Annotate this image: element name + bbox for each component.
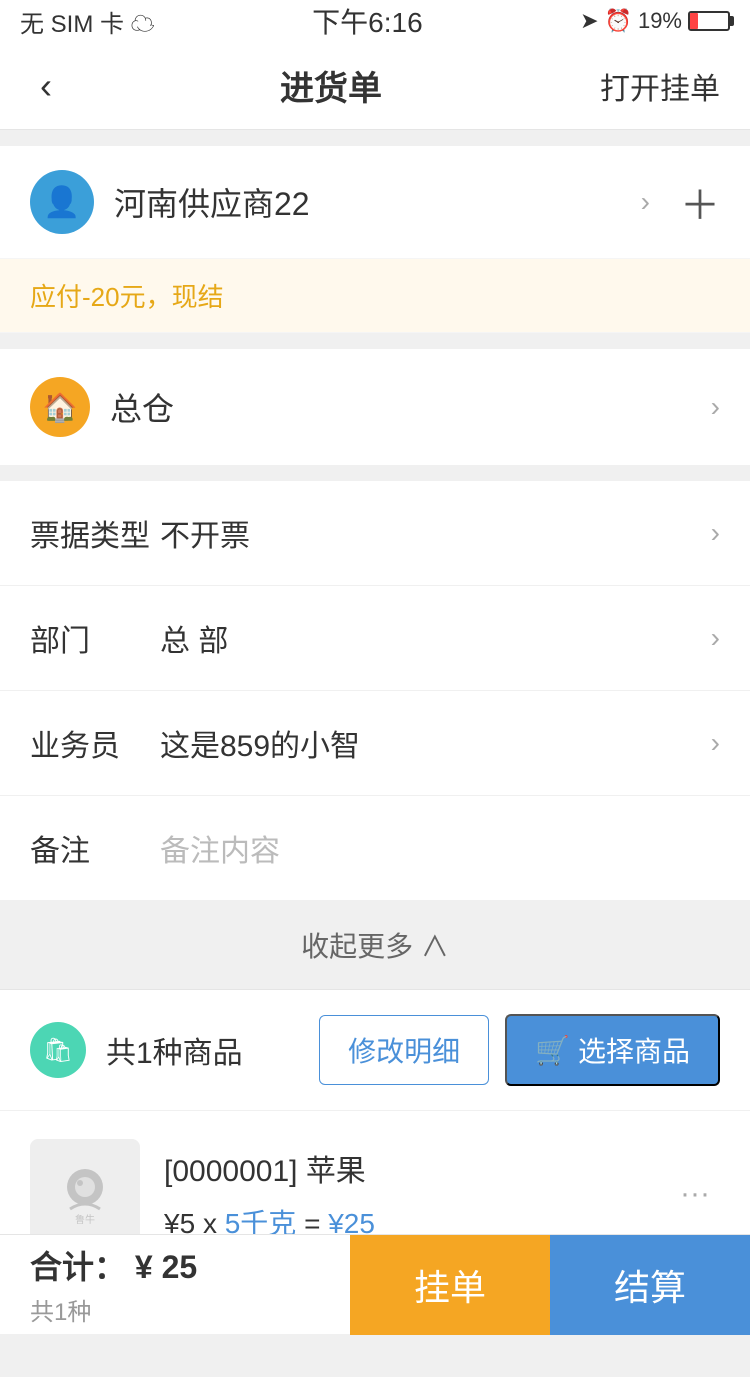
products-icon: 🛍 [30, 1022, 86, 1078]
products-count-label: 共1种商品 [106, 1028, 319, 1072]
status-bar: 无 SIM 卡 ☁ 下午6:16 ➤ ⏰ 19% [0, 0, 750, 42]
supplier-avatar: 👤 [30, 170, 94, 234]
department-label: 部门 [30, 616, 160, 660]
ticket-type-value: 不开票 [160, 511, 711, 555]
product-title: 苹果 [306, 1155, 366, 1188]
collapse-label: 收起更多 ∧ [301, 931, 449, 962]
remark-row[interactable]: 备注 备注内容 [0, 796, 750, 901]
back-button[interactable]: ‹ [30, 55, 62, 117]
alert-bar: 应付-20元，现结 [0, 259, 750, 333]
summary-info: 合计： ¥ 25 共1种 [0, 1242, 350, 1327]
section-divider-3 [0, 465, 750, 481]
summary-total: 合计： ¥ 25 [30, 1242, 320, 1288]
battery-label: 19% [638, 8, 682, 34]
remark-label: 备注 [30, 826, 160, 870]
form-section: 票据类型 不开票 › 部门 总 部 › 业务员 这是859的小智 › 备注 备注… [0, 481, 750, 901]
section-divider-1 [0, 130, 750, 146]
product-thumb-icon: 鲁牛 [50, 1159, 120, 1229]
collapse-bar[interactable]: 收起更多 ∧ [0, 901, 750, 989]
battery-icon [688, 11, 730, 31]
checkout-label: 结算 [614, 1259, 686, 1311]
svg-text:鲁牛: 鲁牛 [75, 1213, 95, 1226]
location-icon: ➤ [580, 8, 598, 34]
avatar-icon: 👤 [43, 185, 80, 220]
status-right: ➤ ⏰ 19% [580, 8, 730, 34]
nav-bar: ‹ 进货单 打开挂单 [0, 42, 750, 130]
product-name: [0000001] 苹果 [164, 1146, 670, 1190]
select-product-button[interactable]: 🛒 选择商品 [505, 1014, 720, 1086]
ticket-type-row[interactable]: 票据类型 不开票 › [0, 481, 750, 586]
summary-count: 共1种 [30, 1292, 320, 1327]
hang-button[interactable]: 挂单 [350, 1235, 550, 1335]
warehouse-icon: 🏠 [30, 377, 90, 437]
warehouse-icon-symbol: 🏠 [43, 391, 78, 424]
department-row[interactable]: 部门 总 部 › [0, 586, 750, 691]
page-title: 进货单 [280, 61, 382, 110]
bottom-summary: 合计： ¥ 25 共1种 挂单 结算 [0, 1234, 750, 1334]
department-value: 总 部 [160, 616, 711, 660]
product-info: [0000001] 苹果 ¥5 x 5千克 = ¥25 [164, 1146, 670, 1242]
product-code: [0000001] [164, 1155, 297, 1188]
salesperson-row[interactable]: 业务员 这是859的小智 › [0, 691, 750, 796]
alert-text: 应付-20元，现结 [30, 282, 224, 312]
select-product-label: 选择商品 [578, 1030, 690, 1070]
alarm-icon: ⏰ [605, 8, 632, 34]
salesperson-label: 业务员 [30, 721, 160, 765]
modify-detail-button[interactable]: 修改明细 [319, 1015, 489, 1085]
supplier-name: 河南供应商22 [114, 179, 641, 225]
checkout-button[interactable]: 结算 [550, 1235, 750, 1335]
section-divider-2 [0, 333, 750, 349]
warehouse-chevron-icon: › [711, 391, 720, 423]
warehouse-name: 总仓 [110, 384, 711, 430]
ticket-type-label: 票据类型 [30, 511, 160, 555]
hang-label: 挂单 [414, 1259, 486, 1311]
status-left: 无 SIM 卡 ☁ [20, 4, 155, 39]
remark-input[interactable]: 备注内容 [160, 826, 720, 870]
products-header: 🛍 共1种商品 修改明细 🛒 选择商品 [0, 989, 750, 1110]
ticket-type-chevron-icon: › [711, 517, 720, 549]
open-hang-button[interactable]: 打开挂单 [600, 64, 720, 108]
department-chevron-icon: › [711, 622, 720, 654]
salesperson-chevron-icon: › [711, 727, 720, 759]
total-label: 合计： [30, 1249, 126, 1285]
supplier-row[interactable]: 👤 河南供应商22 › ＋ [0, 146, 750, 259]
status-time: 下午6:16 [312, 1, 423, 41]
salesperson-value: 这是859的小智 [160, 721, 711, 765]
add-button[interactable]: ＋ [680, 173, 720, 231]
cart-icon: 🛍 [43, 1036, 73, 1065]
supplier-chevron-icon: › [641, 186, 650, 218]
product-more-button[interactable]: ··· [670, 1167, 720, 1221]
total-amount: ¥ 25 [135, 1249, 197, 1285]
sim-label: 无 SIM 卡 ☁ [20, 4, 155, 39]
warehouse-row[interactable]: 🏠 总仓 › [0, 349, 750, 465]
product-thumbnail: 鲁牛 [30, 1139, 140, 1249]
select-cart-icon: 🛒 [535, 1034, 570, 1067]
